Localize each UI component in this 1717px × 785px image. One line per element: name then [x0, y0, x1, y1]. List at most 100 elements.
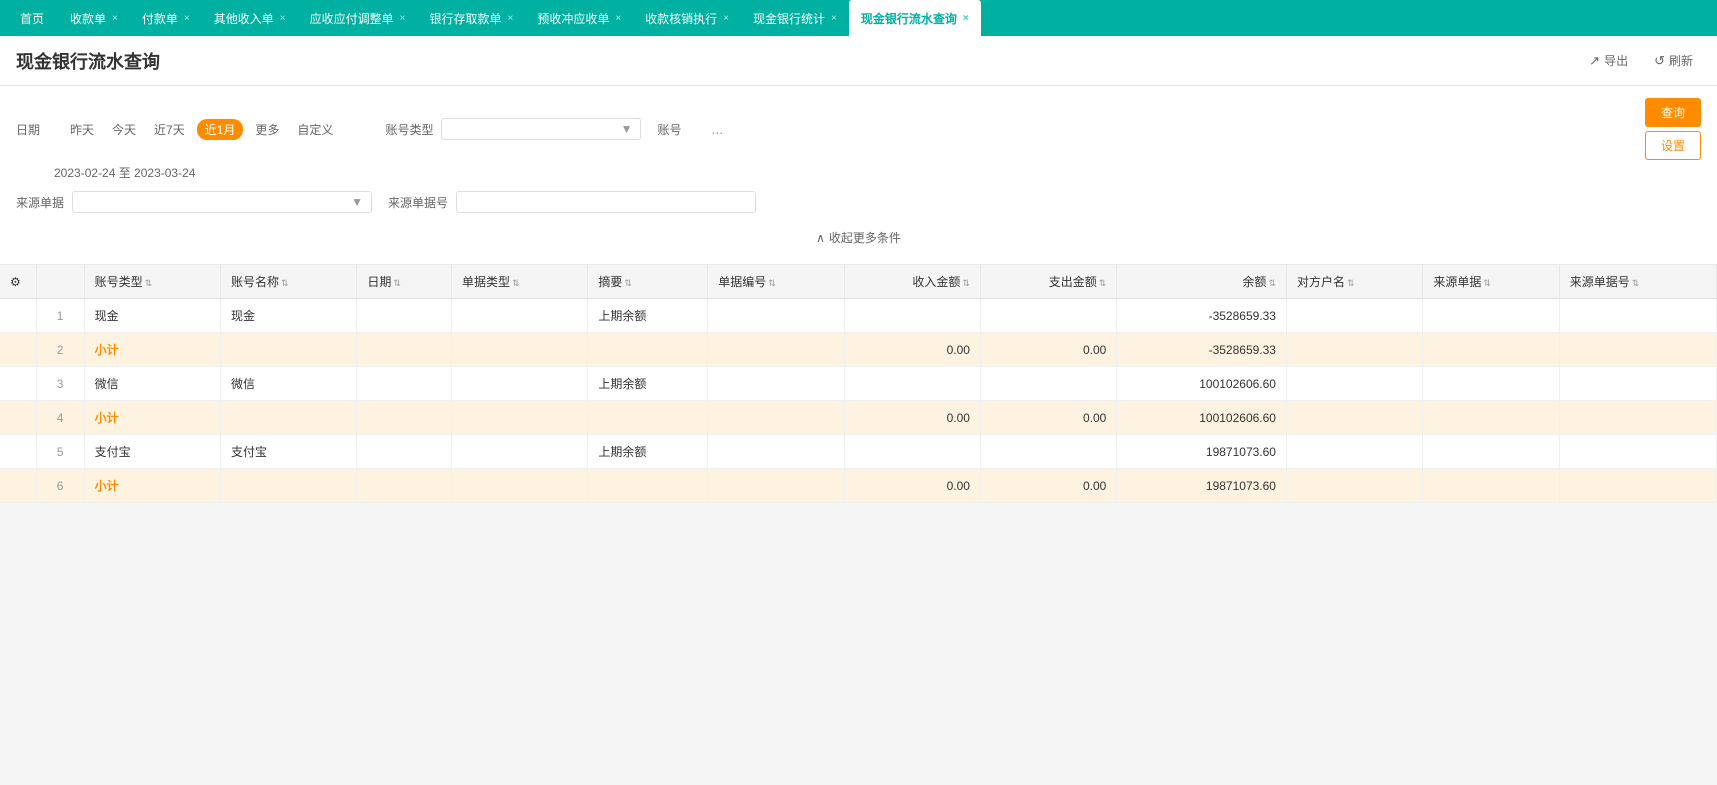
row-gear-cell	[0, 401, 36, 435]
acct-no-dots[interactable]: ...	[705, 119, 729, 139]
cell-source_doc	[1423, 299, 1559, 333]
date-opt-近7天[interactable]: 近7天	[148, 119, 191, 140]
row-gear-cell	[0, 367, 36, 401]
acct-type-arrow: ▼	[621, 122, 633, 136]
sort-icon-balance[interactable]: ⇅	[1268, 278, 1276, 288]
acct-type-dropdown[interactable]: ▼	[441, 118, 641, 140]
cell-doc_no	[708, 469, 844, 503]
date-opt-近1月[interactable]: 近1月	[197, 119, 244, 140]
settings-button[interactable]: 设置	[1645, 131, 1701, 160]
date-opt-更多[interactable]: 更多	[249, 119, 285, 140]
cell-counterparty	[1286, 299, 1422, 333]
source-doc-no-field[interactable]	[465, 195, 747, 209]
nav-tab-prepay-offset[interactable]: 预收冲应收单×	[525, 0, 633, 36]
cell-acct_name	[220, 469, 356, 503]
sort-icon-doc_type[interactable]: ⇅	[512, 278, 520, 288]
sort-icon-source_doc[interactable]: ⇅	[1483, 278, 1491, 288]
sort-icon-source_no[interactable]: ⇅	[1632, 278, 1640, 288]
sort-icon-counterparty[interactable]: ⇅	[1347, 278, 1355, 288]
cell-expense: 0.00	[980, 401, 1116, 435]
cell-summary: 上期余额	[588, 435, 708, 469]
cell-source_no	[1559, 333, 1716, 367]
sort-icon-doc_no[interactable]: ⇅	[768, 278, 776, 288]
sort-icon-income[interactable]: ⇅	[962, 278, 970, 288]
nav-home[interactable]: 首页	[8, 6, 56, 31]
acct-no-label: 账号	[657, 121, 697, 138]
col-label-expense: 支出金额	[1049, 275, 1097, 289]
nav-tab-collect-exec[interactable]: 收款核销执行×	[633, 0, 741, 36]
cell-income	[844, 435, 980, 469]
sort-icon-date[interactable]: ⇅	[393, 278, 401, 288]
table-body: 1现金现金上期余额-3528659.332小计0.000.00-3528659.…	[0, 299, 1717, 503]
export-button[interactable]: ↗ 导出	[1581, 48, 1636, 73]
filter-area: 日期 昨天今天近7天近1月更多自定义 账号类型 ▼ 账号 ... 查询 设置	[0, 86, 1717, 265]
date-opt-今天[interactable]: 今天	[106, 119, 142, 140]
cell-source_no	[1559, 469, 1716, 503]
sort-icon-summary[interactable]: ⇅	[624, 278, 632, 288]
cell-source_no	[1559, 299, 1716, 333]
date-opt-自定义[interactable]: 自定义	[291, 119, 339, 140]
nav-tab-close-bank-deposit[interactable]: ×	[507, 13, 513, 24]
sort-icon-acct_name[interactable]: ⇅	[281, 278, 289, 288]
cell-acct_type: 现金	[84, 299, 220, 333]
source-doc-no-input[interactable]	[456, 191, 756, 213]
nav-tab-payment[interactable]: 付款单×	[130, 0, 202, 36]
nav-tab-other-income[interactable]: 其他收入单×	[202, 0, 298, 36]
collapse-more-btn[interactable]: ∧ 收起更多条件	[16, 223, 1701, 252]
cell-income: 0.00	[844, 469, 980, 503]
cell-doc_no	[708, 435, 844, 469]
source-doc-dropdown[interactable]: ▼	[72, 191, 372, 213]
col-header-row_num	[36, 265, 84, 299]
col-label-summary: 摘要	[598, 275, 622, 289]
query-button[interactable]: 查询	[1645, 98, 1701, 127]
nav-tab-close-collect-exec[interactable]: ×	[723, 13, 729, 24]
cell-doc_type	[452, 469, 588, 503]
nav-tab-cash-bank-flow[interactable]: 现金银行流水查询×	[849, 0, 981, 36]
cell-counterparty	[1286, 401, 1422, 435]
nav-tab-close-other-income[interactable]: ×	[280, 13, 286, 24]
col-label-doc_type: 单据类型	[462, 275, 510, 289]
nav-tab-receipt[interactable]: 收款单×	[58, 0, 130, 36]
date-label: 日期	[16, 121, 56, 138]
gear-settings-icon[interactable]: ⚙	[10, 275, 21, 289]
refresh-icon: ↺	[1654, 53, 1665, 69]
sort-icon-expense[interactable]: ⇅	[1099, 278, 1107, 288]
col-header-balance: 余额⇅	[1117, 265, 1287, 299]
nav-tab-cash-bank-stat[interactable]: 现金银行统计×	[741, 0, 849, 36]
col-header-gear[interactable]: ⚙	[0, 265, 36, 299]
cell-counterparty	[1286, 333, 1422, 367]
cell-acct_type: 小计	[84, 333, 220, 367]
nav-tab-close-ap-adjust[interactable]: ×	[400, 13, 406, 24]
cell-balance: 19871073.60	[1117, 469, 1287, 503]
cell-income: 0.00	[844, 401, 980, 435]
refresh-button[interactable]: ↺ 刷新	[1646, 48, 1701, 73]
sort-icon-acct_type[interactable]: ⇅	[145, 278, 153, 288]
cell-source_doc	[1423, 333, 1559, 367]
date-opt-昨天[interactable]: 昨天	[64, 119, 100, 140]
cell-balance: 100102606.60	[1117, 367, 1287, 401]
cell-income	[844, 367, 980, 401]
cell-source_doc	[1423, 401, 1559, 435]
top-nav: 首页 收款单×付款单×其他收入单×应收应付调整单×银行存取款单×预收冲应收单×收…	[0, 0, 1717, 36]
cell-summary	[588, 469, 708, 503]
nav-tab-close-cash-bank-stat[interactable]: ×	[831, 13, 837, 24]
nav-tab-bank-deposit[interactable]: 银行存取款单×	[417, 0, 525, 36]
col-label-doc_no: 单据编号	[718, 275, 766, 289]
cell-doc_type	[452, 299, 588, 333]
nav-tab-close-prepay-offset[interactable]: ×	[615, 13, 621, 24]
cell-balance: 19871073.60	[1117, 435, 1287, 469]
cell-date	[357, 299, 452, 333]
cell-expense	[980, 299, 1116, 333]
header-actions: ↗ 导出 ↺ 刷新	[1581, 48, 1701, 73]
acct-type-label: 账号类型	[385, 121, 433, 138]
nav-tab-ap-adjust[interactable]: 应收应付调整单×	[298, 0, 418, 36]
source-doc-filter: 来源单据 ▼	[16, 191, 372, 213]
filter-row-1: 日期 昨天今天近7天近1月更多自定义 账号类型 ▼ 账号 ... 查询 设置	[16, 98, 1701, 160]
nav-tab-close-cash-bank-flow[interactable]: ×	[963, 13, 969, 24]
row-gear-cell	[0, 435, 36, 469]
cell-doc_type	[452, 333, 588, 367]
nav-tab-close-payment[interactable]: ×	[184, 13, 190, 24]
nav-tab-close-receipt[interactable]: ×	[112, 13, 118, 24]
cell-date	[357, 435, 452, 469]
col-header-acct_type: 账号类型⇅	[84, 265, 220, 299]
